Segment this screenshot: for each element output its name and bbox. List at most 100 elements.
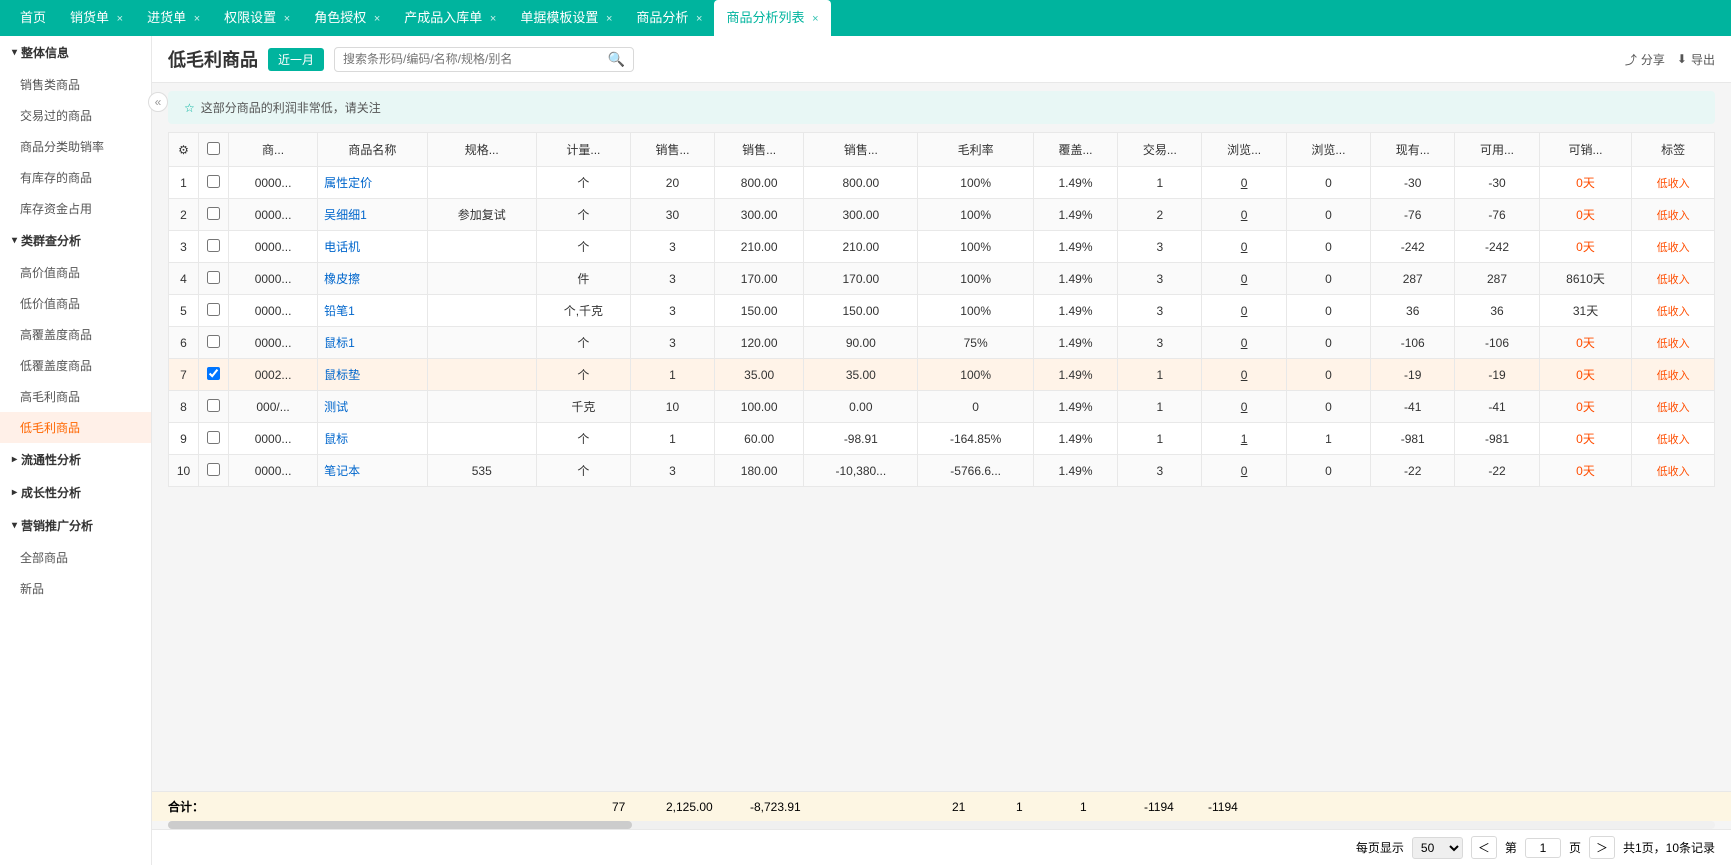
sidebar-item-stock-capital[interactable]: 库存资金占用	[0, 193, 151, 224]
row-checkbox[interactable]	[199, 295, 229, 327]
close-icon[interactable]: ×	[117, 13, 123, 25]
row-checkbox[interactable]	[199, 455, 229, 487]
sidebar-group-cluster[interactable]: ▾ 类群查分析	[0, 224, 151, 257]
scrollbar-thumb[interactable]	[168, 821, 632, 829]
row-sales-price: 120.00	[715, 327, 804, 359]
row-checkbox[interactable]	[199, 167, 229, 199]
row-code: 0000...	[229, 423, 318, 455]
row-name[interactable]: 测试	[318, 391, 427, 423]
col-settings[interactable]: ⚙	[169, 133, 199, 167]
row-checkbox[interactable]	[199, 359, 229, 391]
row-current-stock: 287	[1371, 263, 1455, 295]
row-available-stock: -19	[1455, 359, 1539, 391]
sidebar-item-low-value[interactable]: 低价值商品	[0, 288, 151, 319]
row-name[interactable]: 笔记本	[318, 455, 427, 487]
sidebar-item-in-stock-products[interactable]: 有库存的商品	[0, 162, 151, 193]
prev-page-button[interactable]: ＜	[1471, 836, 1497, 859]
select-all-checkbox[interactable]	[207, 142, 220, 155]
sidebar-group-growth[interactable]: ▸ 成长性分析	[0, 476, 151, 509]
sidebar-group-circulation[interactable]: ▸ 流通性分析	[0, 443, 151, 476]
export-button[interactable]: ⬇ 导出	[1677, 51, 1715, 68]
col-checkbox-all[interactable]	[199, 133, 229, 167]
row-code: 0000...	[229, 231, 318, 263]
nav-role-auth[interactable]: 角色授权 ×	[302, 0, 392, 36]
sidebar-item-high-value[interactable]: 高价值商品	[0, 257, 151, 288]
nav-permissions[interactable]: 权限设置 ×	[212, 0, 302, 36]
col-spec: 规格...	[427, 133, 536, 167]
nav-purchase-order[interactable]: 进货单 ×	[135, 0, 212, 36]
sidebar-item-high-margin[interactable]: 高毛利商品	[0, 381, 151, 412]
share-button[interactable]: ⤴ 分享	[1625, 51, 1665, 68]
row-views2: 0	[1286, 199, 1370, 231]
sidebar-item-new-products[interactable]: 新品	[0, 573, 151, 604]
notice-icon: ☆	[184, 101, 195, 115]
row-name[interactable]: 属性定价	[318, 167, 427, 199]
period-button[interactable]: 近一月	[268, 48, 324, 71]
row-views1[interactable]: 0	[1202, 455, 1286, 487]
row-views1[interactable]: 0	[1202, 391, 1286, 423]
close-icon[interactable]: ×	[194, 13, 200, 25]
sidebar-item-low-margin[interactable]: 低毛利商品	[0, 412, 151, 443]
row-coverage: 1.49%	[1033, 231, 1117, 263]
row-name[interactable]: 鼠标垫	[318, 359, 427, 391]
row-code: 0000...	[229, 295, 318, 327]
close-icon[interactable]: ×	[374, 13, 380, 25]
row-name[interactable]: 鼠标1	[318, 327, 427, 359]
row-views1[interactable]: 0	[1202, 167, 1286, 199]
sidebar-collapse-button[interactable]: «	[148, 92, 168, 112]
sidebar-group-marketing[interactable]: ▾ 营销推广分析	[0, 509, 151, 542]
sidebar-item-sales-products[interactable]: 销售类商品	[0, 69, 151, 100]
row-checkbox[interactable]	[199, 327, 229, 359]
row-views1[interactable]: 0	[1202, 199, 1286, 231]
row-name[interactable]: 橡皮擦	[318, 263, 427, 295]
row-tag: 低收入	[1632, 423, 1715, 455]
row-name[interactable]: 吴细细1	[318, 199, 427, 231]
col-coverage: 覆盖...	[1033, 133, 1117, 167]
close-icon[interactable]: ×	[284, 13, 290, 25]
col-trade-count: 交易...	[1118, 133, 1202, 167]
row-views1[interactable]: 1	[1202, 423, 1286, 455]
row-checkbox[interactable]	[199, 199, 229, 231]
row-views1[interactable]: 0	[1202, 359, 1286, 391]
table-row: 1 0000... 属性定价 个 20 800.00 800.00 100% 1…	[169, 167, 1715, 199]
page-number-input[interactable]	[1525, 838, 1561, 858]
sidebar-item-high-coverage[interactable]: 高覆盖度商品	[0, 319, 151, 350]
row-checkbox[interactable]	[199, 391, 229, 423]
row-spec	[427, 327, 536, 359]
col-sales-amount: 销售...	[804, 133, 918, 167]
row-views1[interactable]: 0	[1202, 327, 1286, 359]
horizontal-scrollbar[interactable]	[168, 821, 1715, 829]
col-name: 商品名称	[318, 133, 427, 167]
row-name[interactable]: 鼠标	[318, 423, 427, 455]
sidebar-item-low-coverage[interactable]: 低覆盖度商品	[0, 350, 151, 381]
close-icon[interactable]: ×	[490, 13, 496, 25]
nav-sales-order[interactable]: 销货单 ×	[58, 0, 135, 36]
nav-home[interactable]: 首页	[8, 0, 58, 36]
sidebar-item-all-products[interactable]: 全部商品	[0, 542, 151, 573]
row-name[interactable]: 电话机	[318, 231, 427, 263]
sidebar-group-overall[interactable]: ▾ 整体信息	[0, 36, 151, 69]
row-spec	[427, 167, 536, 199]
row-sales-qty: 10	[630, 391, 714, 423]
row-checkbox[interactable]	[199, 231, 229, 263]
sidebar-group-marketing-label: 营销推广分析	[21, 517, 93, 534]
sidebar-item-category-assist-rate[interactable]: 商品分类助销率	[0, 131, 151, 162]
nav-product-entry[interactable]: 产成品入库单 ×	[392, 0, 508, 36]
nav-product-analysis-list[interactable]: 商品分析列表 ×	[714, 0, 830, 36]
next-page-button[interactable]: ＞	[1589, 836, 1615, 859]
close-icon[interactable]: ×	[812, 13, 818, 25]
nav-product-analysis[interactable]: 商品分析 ×	[624, 0, 714, 36]
row-views1[interactable]: 0	[1202, 263, 1286, 295]
row-name[interactable]: 铅笔1	[318, 295, 427, 327]
search-input[interactable]	[343, 52, 608, 66]
row-views1[interactable]: 0	[1202, 231, 1286, 263]
close-icon[interactable]: ×	[606, 13, 612, 25]
page-size-select[interactable]: 50 100	[1412, 837, 1463, 859]
sidebar-item-traded-products[interactable]: 交易过的商品	[0, 100, 151, 131]
row-views1[interactable]: 0	[1202, 295, 1286, 327]
row-checkbox[interactable]	[199, 423, 229, 455]
nav-template-settings[interactable]: 单据模板设置 ×	[508, 0, 624, 36]
close-icon[interactable]: ×	[696, 13, 702, 25]
row-checkbox[interactable]	[199, 263, 229, 295]
search-icon[interactable]: 🔍	[608, 51, 625, 68]
